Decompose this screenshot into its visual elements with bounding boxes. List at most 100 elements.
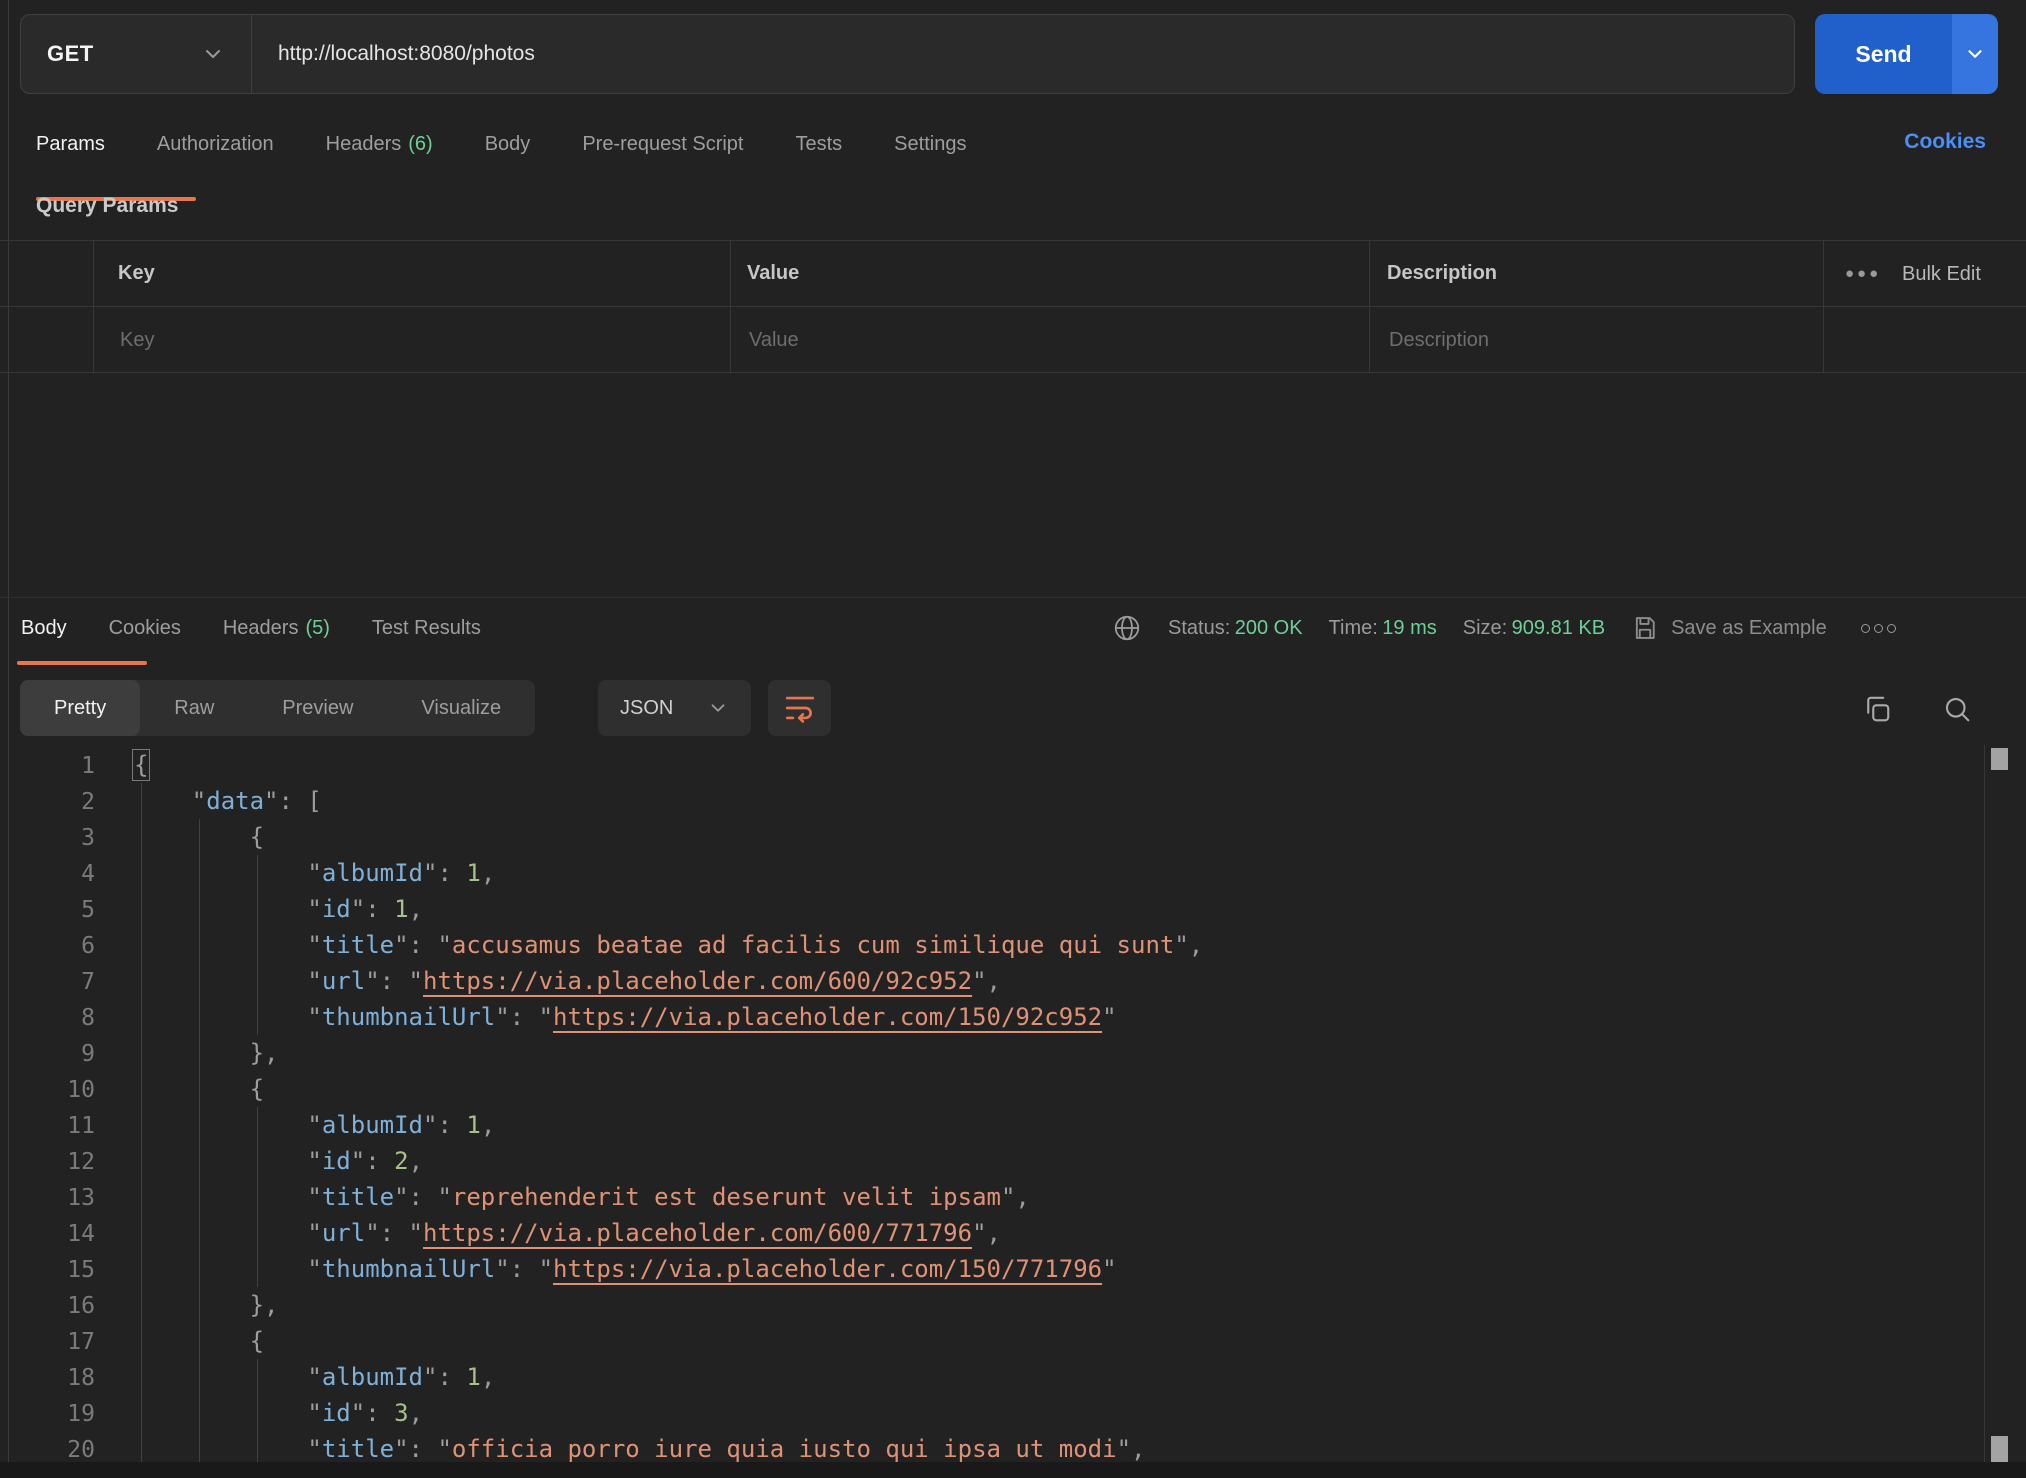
request-tab-tests[interactable]: Tests xyxy=(795,133,842,156)
more-options-icon[interactable] xyxy=(1860,623,1896,633)
response-tab-headers[interactable]: Headers (5) xyxy=(223,617,330,640)
code-line: 15 "thumbnailUrl": "https://via.placehol… xyxy=(0,1251,1984,1287)
line-number: 11 xyxy=(67,1113,95,1139)
save-as-example-button[interactable]: Save as Example xyxy=(1631,614,1827,642)
request-tab-authorization[interactable]: Authorization xyxy=(157,133,274,156)
param-value-input[interactable] xyxy=(747,322,1311,358)
status-label: Status: xyxy=(1168,616,1231,639)
globe-icon xyxy=(1112,613,1142,643)
tab-label: Authorization xyxy=(156,132,274,155)
indent-guide xyxy=(257,855,258,1035)
line-number: 6 xyxy=(81,933,95,959)
tab-label: Body xyxy=(21,616,67,639)
table-divider xyxy=(730,241,731,372)
code-line: 17 { xyxy=(0,1323,1984,1359)
line-number: 4 xyxy=(81,861,95,887)
line-number: 9 xyxy=(81,1041,95,1067)
cookies-link[interactable]: Cookies xyxy=(1904,130,1986,154)
chevron-down-icon xyxy=(707,697,729,719)
search-response-button[interactable] xyxy=(1938,690,1976,728)
indent-guide xyxy=(199,819,200,1462)
method-selector[interactable]: GET xyxy=(21,15,251,93)
request-url-bar: GET xyxy=(20,14,1795,94)
tab-label: Test Results xyxy=(371,616,481,639)
request-tab-headers[interactable]: Headers (6) xyxy=(326,133,433,156)
active-tab-underline xyxy=(17,661,147,665)
line-number: 14 xyxy=(67,1221,95,1247)
time-value: 19 ms xyxy=(1382,616,1437,639)
url-input[interactable] xyxy=(252,15,1794,93)
request-tab-settings[interactable]: Settings xyxy=(894,133,966,156)
table-border xyxy=(0,240,2026,241)
column-header-value: Value xyxy=(747,262,800,284)
window-bottom-edge xyxy=(0,1462,2026,1478)
send-options-button[interactable] xyxy=(1952,14,1998,94)
bulk-edit-button[interactable]: Bulk Edit xyxy=(1902,263,1981,286)
view-tab-raw[interactable]: Raw xyxy=(140,680,248,736)
line-number: 12 xyxy=(67,1149,95,1175)
response-meta: Status: 200 OK Time: 19 ms Size: 909.81 … xyxy=(1112,612,1896,644)
column-header-description: Description xyxy=(1387,262,1498,284)
code-line: 20 "title": "officia porro iure quia ius… xyxy=(0,1431,1984,1464)
code-line: 16 }, xyxy=(0,1287,1984,1323)
scrollbar-track xyxy=(1984,745,1985,1462)
scrollbar-thumb[interactable] xyxy=(1991,1436,2008,1462)
table-border xyxy=(0,306,2026,307)
response-tab-cookies[interactable]: Cookies xyxy=(109,617,181,640)
view-tab-preview[interactable]: Preview xyxy=(248,680,387,736)
tab-label: Headers xyxy=(325,132,402,155)
tab-label: Cookies xyxy=(108,616,181,639)
code-line: 9 }, xyxy=(0,1035,1984,1071)
code-line: 14 "url": "https://via.placeholder.com/6… xyxy=(0,1215,1984,1251)
wrap-lines-icon xyxy=(783,691,817,725)
chevron-down-icon xyxy=(201,42,225,66)
response-tabs: Body Cookies Headers (5) Test Results xyxy=(21,612,481,644)
request-tab-pre-request-script[interactable]: Pre-request Script xyxy=(582,133,743,156)
indent-guide xyxy=(257,1359,258,1462)
size-label: Size: xyxy=(1462,616,1508,639)
time-label: Time: xyxy=(1328,616,1378,639)
response-view-tabs: Pretty Raw Preview Visualize xyxy=(20,680,536,736)
view-tab-pretty[interactable]: Pretty xyxy=(20,680,141,736)
param-description-input[interactable] xyxy=(1387,322,1791,358)
size-value: 909.81 KB xyxy=(1511,616,1606,639)
tab-count-badge: (5) xyxy=(305,616,330,639)
scrollbar-thumb[interactable] xyxy=(1991,748,2008,770)
indent-guide xyxy=(141,783,142,1462)
chevron-down-icon xyxy=(1964,43,1986,65)
response-tab-body[interactable]: Body xyxy=(21,617,67,640)
line-number: 16 xyxy=(67,1293,95,1319)
request-tab-body[interactable]: Body xyxy=(485,133,531,156)
tab-label: Body xyxy=(484,132,531,155)
line-number: 15 xyxy=(67,1257,95,1283)
save-as-example-label: Save as Example xyxy=(1671,616,1827,639)
code-line: 2 "data": [ xyxy=(0,783,1984,819)
line-number: 3 xyxy=(81,825,95,851)
line-number: 19 xyxy=(67,1401,95,1427)
line-number: 1 xyxy=(81,753,95,779)
format-label: JSON xyxy=(620,696,674,719)
table-divider xyxy=(1369,241,1370,372)
view-tab-visualize[interactable]: Visualize xyxy=(387,680,535,736)
line-number: 17 xyxy=(67,1329,95,1355)
save-icon xyxy=(1631,614,1659,642)
copy-response-button[interactable] xyxy=(1858,690,1896,728)
line-number: 10 xyxy=(67,1077,95,1103)
tab-label: Pre-request Script xyxy=(582,132,744,155)
param-key-input[interactable] xyxy=(118,322,682,358)
more-options-icon[interactable]: ●●● xyxy=(1845,265,1881,282)
send-button[interactable]: Send xyxy=(1815,14,1952,94)
tab-label: Pretty xyxy=(54,696,107,719)
table-border xyxy=(0,372,2026,373)
response-body-code: 1{2 "data": [3 {4 "albumId": 1, 5 "id": 1… xyxy=(0,745,1984,1464)
line-number: 8 xyxy=(81,1005,95,1031)
code-line: 6 "title": "accusamus beatae ad facilis … xyxy=(0,927,1984,963)
line-number: 13 xyxy=(67,1185,95,1211)
send-button-group: Send xyxy=(1815,14,1998,94)
wrap-lines-button[interactable] xyxy=(768,680,831,736)
line-number: 5 xyxy=(81,897,95,923)
request-tab-params[interactable]: Params xyxy=(36,133,105,156)
format-dropdown[interactable]: JSON xyxy=(598,680,751,736)
tab-label: Params xyxy=(36,132,105,155)
response-tab-test-results[interactable]: Test Results xyxy=(372,617,481,640)
